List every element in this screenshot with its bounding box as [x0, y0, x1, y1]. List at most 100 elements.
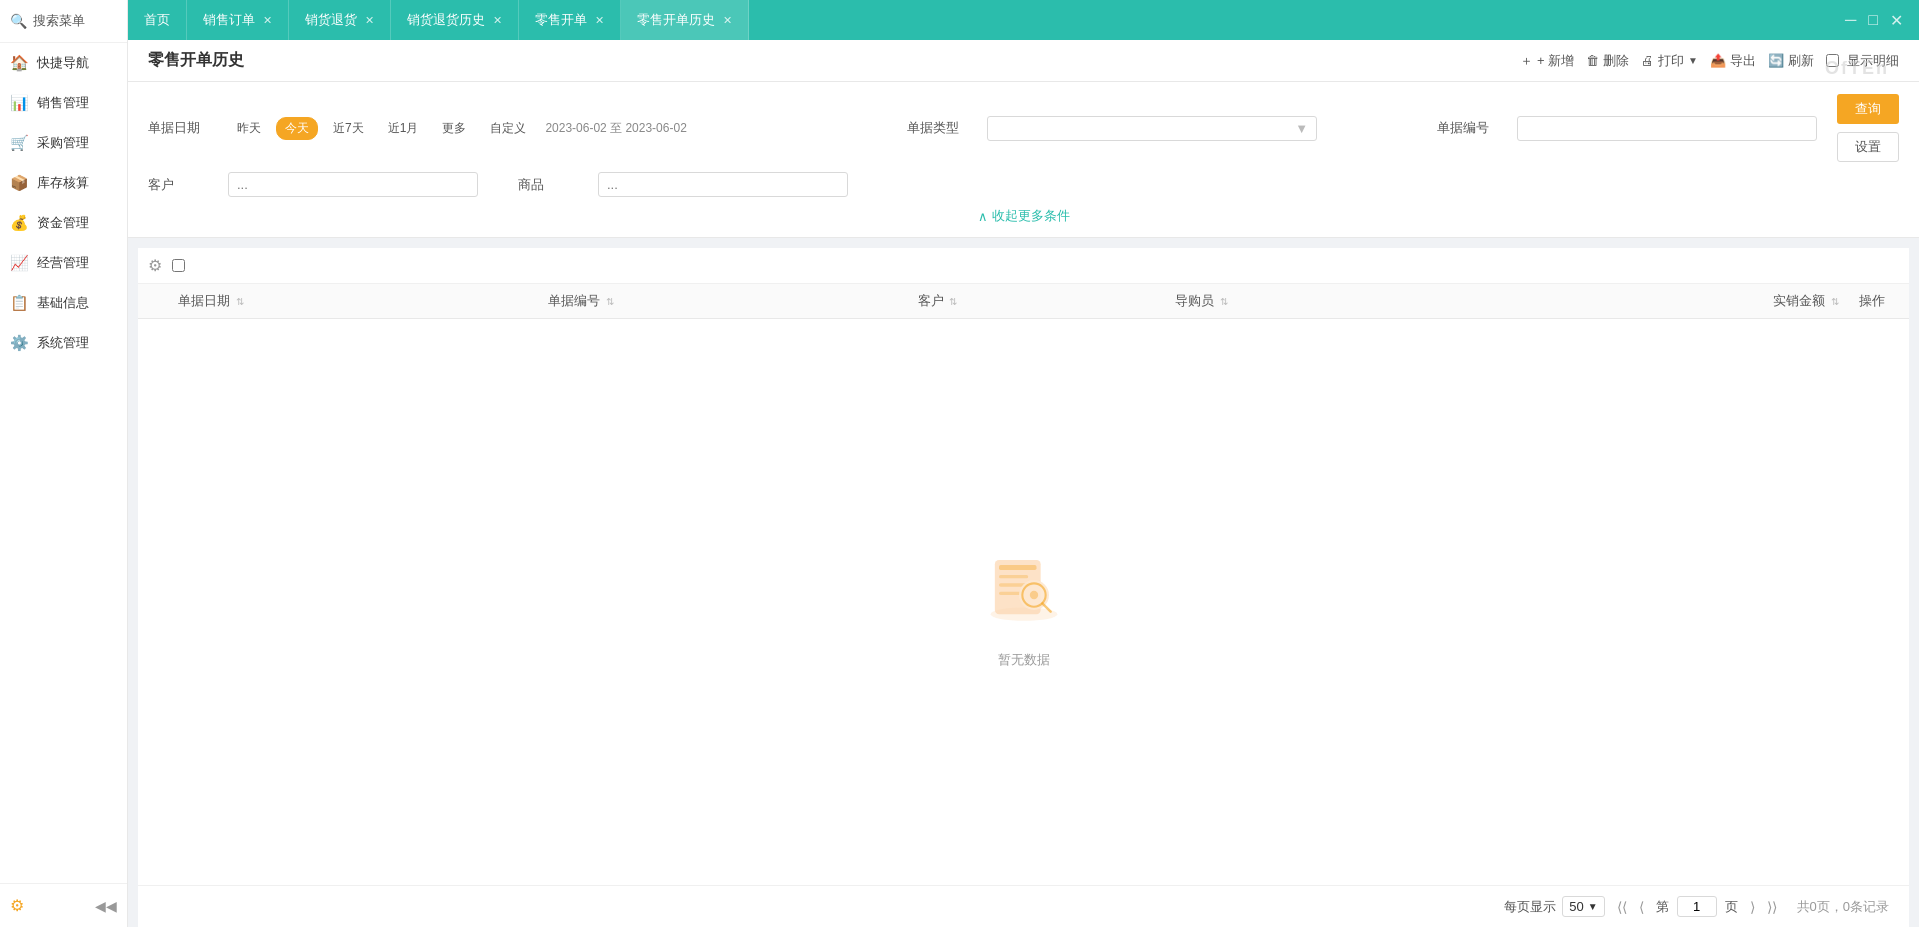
date-1month[interactable]: 近1月: [379, 117, 428, 140]
sidebar-item-label: 快捷导航: [37, 54, 89, 72]
customer-input[interactable]: [228, 172, 478, 197]
col-bill-no-sort[interactable]: ⇅: [606, 296, 614, 307]
tab-return-close[interactable]: ✕: [365, 14, 374, 27]
page-next-btn[interactable]: ⟩: [1746, 897, 1759, 917]
window-restore-icon[interactable]: □: [1862, 11, 1884, 29]
settings-button[interactable]: 设置: [1837, 132, 1899, 162]
query-button[interactable]: 查询: [1837, 94, 1899, 124]
sidebar-search[interactable]: 🔍 搜索菜单: [0, 0, 127, 43]
select-all-checkbox[interactable]: [172, 259, 185, 272]
bill-type-select[interactable]: ▼: [987, 116, 1317, 141]
print-button[interactable]: 🖨 打印 ▼: [1641, 52, 1698, 70]
date-7days[interactable]: 近7天: [324, 117, 373, 140]
add-icon: ＋: [1520, 52, 1533, 70]
page-title: 零售开单历史: [148, 50, 244, 71]
export-button[interactable]: 📤 导出: [1710, 52, 1756, 70]
per-page-label: 每页显示: [1504, 898, 1556, 916]
col-guide-label: 导购员: [1175, 293, 1214, 308]
page-last-btn[interactable]: ⟩⟩: [1763, 897, 1781, 917]
table-area: ⚙ 单据日期 ⇅ 单据编号 ⇅ 客户 ⇅: [138, 248, 1909, 885]
tab-retail-history-close[interactable]: ✕: [723, 14, 732, 27]
page-size-value: 50: [1569, 899, 1583, 914]
trending-icon: 📈: [10, 254, 29, 272]
sidebar-item-label: 销售管理: [37, 94, 89, 112]
date-today[interactable]: 今天: [276, 117, 318, 140]
display-detail-check[interactable]: [1826, 54, 1839, 67]
window-close-icon[interactable]: ✕: [1884, 11, 1909, 30]
col-ops-label: 操作: [1859, 293, 1885, 308]
col-guide[interactable]: 导购员 ⇅: [1165, 284, 1479, 319]
col-amount[interactable]: 实销金额 ⇅: [1479, 284, 1849, 319]
page-prev-btn[interactable]: ⟨: [1635, 897, 1648, 917]
tab-return-history-label: 销货退货历史: [407, 11, 485, 29]
page-number-input[interactable]: 1: [1677, 896, 1717, 917]
sidebar-item-label: 库存核算: [37, 174, 89, 192]
collapse-filter-btn[interactable]: ∧ 收起更多条件: [978, 207, 1070, 225]
window-minimize-icon[interactable]: ─: [1839, 11, 1862, 29]
filter-row-2: 客户 商品: [148, 172, 1899, 197]
col-guide-sort[interactable]: ⇅: [1220, 296, 1228, 307]
add-label: + 新增: [1537, 52, 1574, 70]
col-amount-sort[interactable]: ⇅: [1831, 296, 1839, 307]
sidebar-item-quicknav[interactable]: 🏠 快捷导航: [0, 43, 127, 83]
display-detail-checkbox[interactable]: 显示明细: [1826, 52, 1899, 70]
tab-sales-order[interactable]: 销售订单 ✕: [187, 0, 289, 40]
pagination: 每页显示 50 ▼ ⟨⟨ ⟨ 第 1 页 ⟩ ⟩⟩ 共0页，0条记录: [138, 885, 1909, 927]
date-more[interactable]: 更多: [433, 117, 475, 140]
refresh-button[interactable]: 🔄 刷新: [1768, 52, 1814, 70]
data-table: 单据日期 ⇅ 单据编号 ⇅ 客户 ⇅ 导购员 ⇅: [138, 284, 1909, 319]
bill-no-input[interactable]: [1517, 116, 1817, 141]
page-size-select[interactable]: 50 ▼: [1562, 896, 1604, 917]
sidebar-item-sales[interactable]: 📊 销售管理: [0, 83, 127, 123]
sidebar-item-inventory[interactable]: 📦 库存核算: [0, 163, 127, 203]
sidebar-item-basic[interactable]: 📋 基础信息: [0, 283, 127, 323]
tab-return-history[interactable]: 销货退货历史 ✕: [391, 0, 519, 40]
print-dropdown-icon: ▼: [1688, 55, 1698, 66]
bottom-gear-icon[interactable]: ⚙: [10, 896, 24, 915]
sidebar-bottom: ⚙ ◀◀: [0, 883, 127, 927]
tab-retail-history-label: 零售开单历史: [637, 11, 715, 29]
tab-retail-order[interactable]: 零售开单 ✕: [519, 0, 621, 40]
goods-label: 商品: [518, 176, 578, 194]
col-customer-sort[interactable]: ⇅: [949, 296, 957, 307]
col-bill-no-label: 单据编号: [548, 293, 600, 308]
box-icon: 📦: [10, 174, 29, 192]
col-date[interactable]: 单据日期 ⇅: [168, 284, 538, 319]
sidebar-item-system[interactable]: ⚙️ 系统管理: [0, 323, 127, 363]
delete-button[interactable]: 🗑 删除: [1586, 52, 1629, 70]
header-actions: ＋ + 新增 🗑 删除 🖨 打印 ▼ 📤 导出 🔄 刷新: [1520, 52, 1899, 70]
tab-home[interactable]: 首页: [128, 0, 187, 40]
sidebar-item-purchase[interactable]: 🛒 采购管理: [0, 123, 127, 163]
sidebar-item-management[interactable]: 📈 经营管理: [0, 243, 127, 283]
tab-sales-order-close[interactable]: ✕: [263, 14, 272, 27]
svg-rect-3: [999, 575, 1028, 578]
tab-return-history-close[interactable]: ✕: [493, 14, 502, 27]
tab-retail-history[interactable]: 零售开单历史 ✕: [621, 0, 749, 40]
date-yesterday[interactable]: 昨天: [228, 117, 270, 140]
sidebar-item-label: 资金管理: [37, 214, 89, 232]
empty-state: 暂无数据: [138, 319, 1909, 885]
sidebar-item-label: 采购管理: [37, 134, 89, 152]
tab-retail-order-close[interactable]: ✕: [595, 14, 604, 27]
tab-return[interactable]: 销货退货 ✕: [289, 0, 391, 40]
sidebar-item-finance[interactable]: 💰 资金管理: [0, 203, 127, 243]
table-header-row: 单据日期 ⇅ 单据编号 ⇅ 客户 ⇅ 导购员 ⇅: [138, 284, 1909, 319]
main-content: 首页 销售订单 ✕ 销货退货 ✕ 销货退货历史 ✕ 零售开单 ✕ 零售开单历史 …: [128, 0, 1919, 927]
collapse-sidebar-icon[interactable]: ◀◀: [95, 898, 117, 914]
empty-text: 暂无数据: [998, 651, 1050, 669]
delete-label: 删除: [1603, 52, 1629, 70]
page-btns: ⟨⟨ ⟨ 第 1 页 ⟩ ⟩⟩: [1613, 896, 1781, 917]
goods-input[interactable]: [598, 172, 848, 197]
date-custom[interactable]: 自定义: [481, 117, 535, 140]
list-icon: 📋: [10, 294, 29, 312]
page-first-btn[interactable]: ⟨⟨: [1613, 897, 1631, 917]
col-customer[interactable]: 客户 ⇅: [908, 284, 1166, 319]
col-date-sort[interactable]: ⇅: [236, 296, 244, 307]
col-bill-no[interactable]: 单据编号 ⇅: [538, 284, 908, 319]
tab-return-label: 销货退货: [305, 11, 357, 29]
cart-icon: 🛒: [10, 134, 29, 152]
add-button[interactable]: ＋ + 新增: [1520, 52, 1574, 70]
column-settings-icon[interactable]: ⚙: [148, 256, 162, 275]
sidebar-item-label: 系统管理: [37, 334, 89, 352]
tab-home-label: 首页: [144, 11, 170, 29]
